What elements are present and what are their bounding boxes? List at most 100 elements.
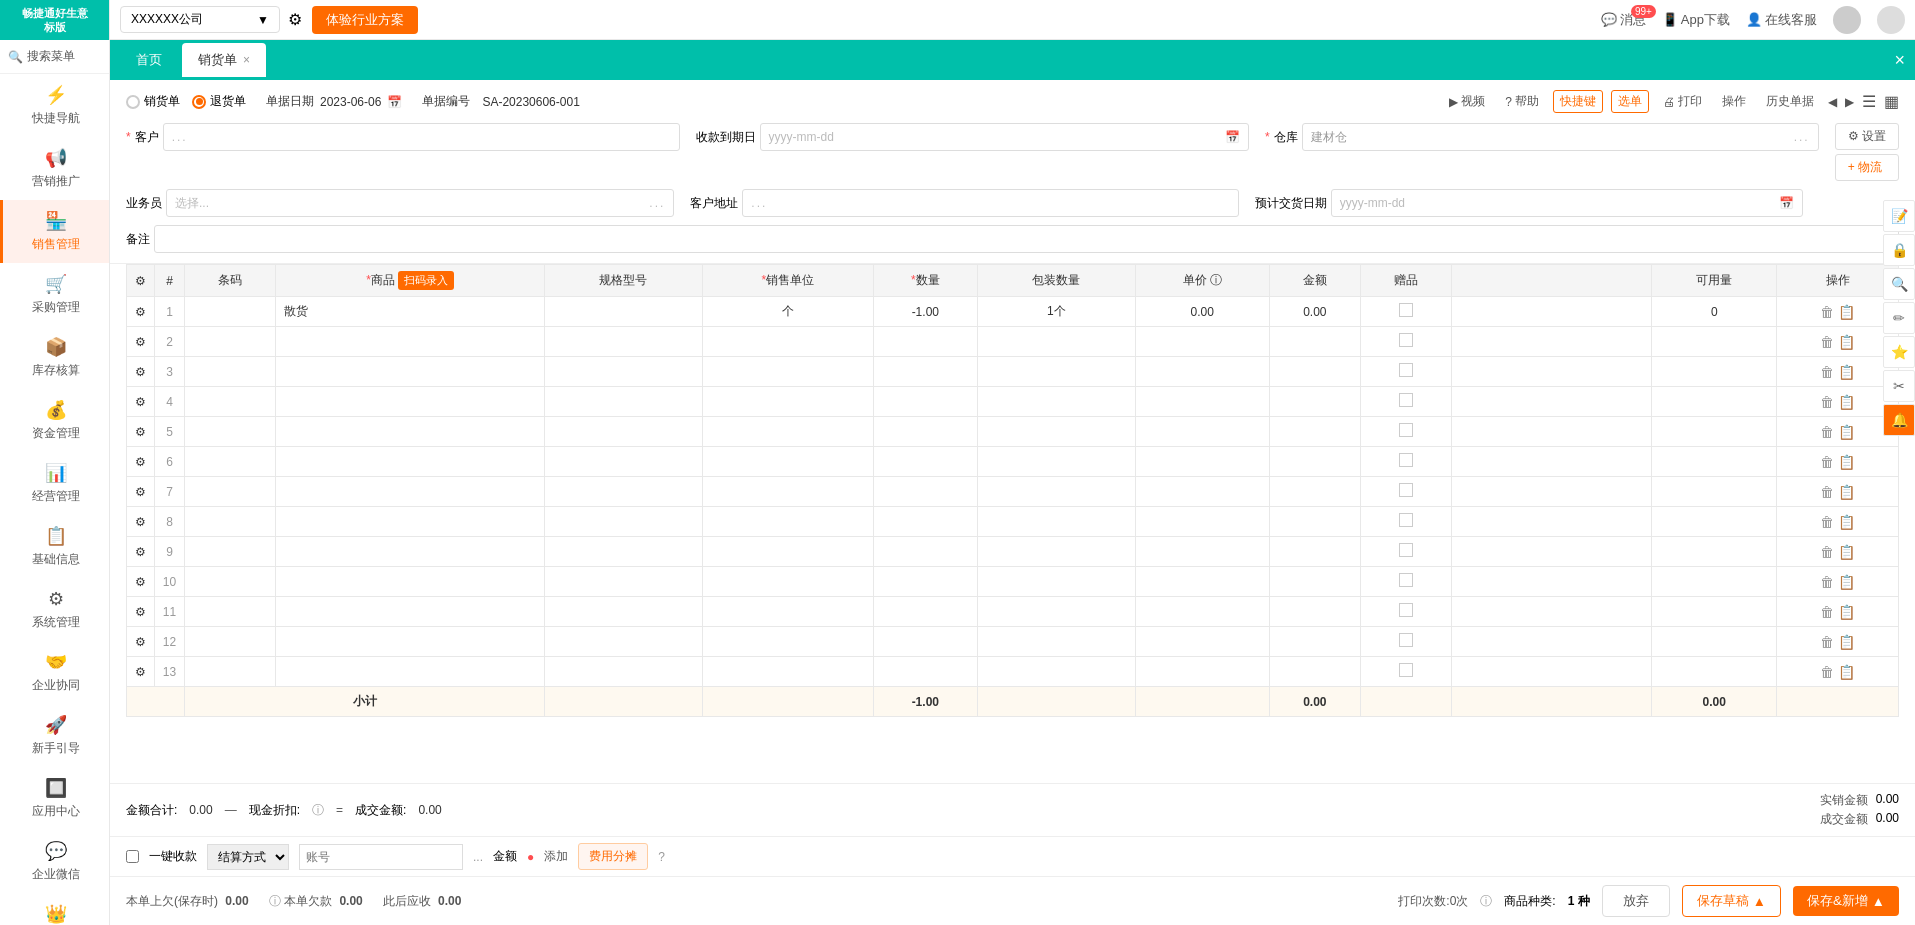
row-price[interactable] bbox=[1135, 327, 1269, 357]
nav-right-icon[interactable]: ▶ bbox=[1845, 95, 1854, 109]
row-spec[interactable] bbox=[545, 627, 703, 657]
row-product[interactable]: 散货 bbox=[276, 297, 545, 327]
due-date-calendar-icon[interactable]: 📅 bbox=[1225, 130, 1240, 144]
operations-tool[interactable]: 操作 bbox=[1716, 91, 1752, 112]
row-spec[interactable] bbox=[545, 417, 703, 447]
row-amount[interactable] bbox=[1269, 627, 1360, 657]
row-barcode[interactable] bbox=[185, 567, 276, 597]
delete-row-button[interactable]: 🗑 bbox=[1820, 544, 1834, 560]
view-list-icon[interactable]: ☰ bbox=[1862, 92, 1876, 111]
row-gift[interactable] bbox=[1361, 507, 1452, 537]
row-barcode[interactable] bbox=[185, 297, 276, 327]
row-pkg-qty[interactable] bbox=[977, 567, 1135, 597]
copy-row-button[interactable]: 📋 bbox=[1838, 304, 1855, 320]
delivery-date-input[interactable]: yyyy-mm-dd 📅 bbox=[1331, 189, 1803, 217]
row-unit[interactable] bbox=[702, 657, 873, 687]
copy-row-button[interactable]: 📋 bbox=[1838, 544, 1855, 560]
row-qty[interactable] bbox=[873, 387, 977, 417]
customer-address-input[interactable]: ... bbox=[742, 189, 1238, 217]
tab-close-icon[interactable]: × bbox=[243, 53, 250, 67]
row-gift[interactable] bbox=[1361, 357, 1452, 387]
save-draft-button[interactable]: 保存草稿 ▲ bbox=[1682, 885, 1781, 917]
sidebar-item-wechat[interactable]: 💬 企业微信 bbox=[0, 830, 109, 893]
sidebar-item-quick-nav[interactable]: ⚡ 快捷导航 bbox=[0, 74, 109, 137]
row-price[interactable] bbox=[1135, 447, 1269, 477]
row-gift[interactable] bbox=[1361, 447, 1452, 477]
row-barcode[interactable] bbox=[185, 627, 276, 657]
row-unit[interactable]: 个 bbox=[702, 297, 873, 327]
row-barcode[interactable] bbox=[185, 477, 276, 507]
sidebar-item-marketing[interactable]: 📢 营销推广 bbox=[0, 137, 109, 200]
sidebar-item-basic[interactable]: 📋 基础信息 bbox=[0, 515, 109, 578]
gift-checkbox[interactable] bbox=[1399, 633, 1413, 647]
row-gift[interactable] bbox=[1361, 417, 1452, 447]
row-price[interactable] bbox=[1135, 627, 1269, 657]
number-value[interactable]: SA-20230606-001 bbox=[482, 95, 579, 109]
row-price[interactable] bbox=[1135, 387, 1269, 417]
row-pkg-qty[interactable] bbox=[977, 357, 1135, 387]
tab-home[interactable]: 首页 bbox=[120, 43, 178, 77]
gift-checkbox[interactable] bbox=[1399, 663, 1413, 677]
sidebar-item-enterprise[interactable]: 🤝 企业协同 bbox=[0, 641, 109, 704]
row-price[interactable] bbox=[1135, 657, 1269, 687]
row-spec[interactable] bbox=[545, 537, 703, 567]
row-price[interactable] bbox=[1135, 507, 1269, 537]
row-pkg-qty[interactable] bbox=[977, 447, 1135, 477]
add-label[interactable]: 添加 bbox=[544, 848, 568, 865]
row-unit[interactable] bbox=[702, 447, 873, 477]
copy-row-button[interactable]: 📋 bbox=[1838, 394, 1855, 410]
row-gift[interactable] bbox=[1361, 627, 1452, 657]
row-barcode[interactable] bbox=[185, 357, 276, 387]
row-amount[interactable] bbox=[1269, 387, 1360, 417]
row-barcode[interactable] bbox=[185, 597, 276, 627]
row-product[interactable] bbox=[276, 627, 545, 657]
sidebar-item-purchase[interactable]: 🛒 采购管理 bbox=[0, 263, 109, 326]
right-tool-lock[interactable]: 🔒 bbox=[1883, 234, 1915, 266]
delete-row-button[interactable]: 🗑 bbox=[1820, 514, 1834, 530]
gift-checkbox[interactable] bbox=[1399, 333, 1413, 347]
tab-bar-right[interactable]: × bbox=[1894, 50, 1905, 71]
row-gear[interactable]: ⚙ bbox=[127, 537, 155, 567]
notes-input[interactable] bbox=[154, 225, 1899, 253]
row-amount[interactable] bbox=[1269, 357, 1360, 387]
account-input[interactable] bbox=[299, 844, 463, 870]
row-price[interactable]: 0.00 bbox=[1135, 297, 1269, 327]
calendar-icon[interactable]: 📅 bbox=[387, 95, 402, 109]
row-barcode[interactable] bbox=[185, 327, 276, 357]
row-product[interactable] bbox=[276, 537, 545, 567]
user-avatar-2[interactable] bbox=[1877, 6, 1905, 34]
row-product[interactable] bbox=[276, 657, 545, 687]
row-product[interactable] bbox=[276, 597, 545, 627]
app-download-button[interactable]: 📱 App下载 bbox=[1662, 11, 1730, 29]
row-amount[interactable] bbox=[1269, 477, 1360, 507]
delete-row-button[interactable]: 🗑 bbox=[1820, 364, 1834, 380]
row-gear[interactable]: ⚙ bbox=[127, 507, 155, 537]
gift-checkbox[interactable] bbox=[1399, 543, 1413, 557]
copy-row-button[interactable]: 📋 bbox=[1838, 574, 1855, 590]
row-pkg-qty[interactable] bbox=[977, 657, 1135, 687]
scan-button[interactable]: 扫码录入 bbox=[398, 271, 454, 290]
row-spec[interactable] bbox=[545, 387, 703, 417]
nav-left-icon[interactable]: ◀ bbox=[1828, 95, 1837, 109]
row-gift[interactable] bbox=[1361, 657, 1452, 687]
row-amount[interactable] bbox=[1269, 327, 1360, 357]
sidebar-search[interactable]: 🔍 搜索菜单 bbox=[0, 40, 109, 74]
row-gear[interactable]: ⚙ bbox=[127, 357, 155, 387]
row-gift[interactable] bbox=[1361, 297, 1452, 327]
delete-row-button[interactable]: 🗑 bbox=[1820, 334, 1834, 350]
row-unit[interactable] bbox=[702, 597, 873, 627]
gift-checkbox[interactable] bbox=[1399, 303, 1413, 317]
date-value[interactable]: 2023-06-06 bbox=[320, 95, 381, 109]
payment-help-icon[interactable]: ? bbox=[658, 850, 665, 864]
delete-row-button[interactable]: 🗑 bbox=[1820, 664, 1834, 680]
copy-row-button[interactable]: 📋 bbox=[1838, 454, 1855, 470]
row-qty[interactable] bbox=[873, 537, 977, 567]
select-tool[interactable]: 选单 bbox=[1611, 90, 1649, 113]
gift-checkbox[interactable] bbox=[1399, 573, 1413, 587]
row-qty[interactable] bbox=[873, 417, 977, 447]
row-qty[interactable] bbox=[873, 627, 977, 657]
row-spec[interactable] bbox=[545, 327, 703, 357]
right-tool-search[interactable]: 🔍 bbox=[1883, 268, 1915, 300]
row-amount[interactable]: 0.00 bbox=[1269, 297, 1360, 327]
row-spec[interactable] bbox=[545, 477, 703, 507]
